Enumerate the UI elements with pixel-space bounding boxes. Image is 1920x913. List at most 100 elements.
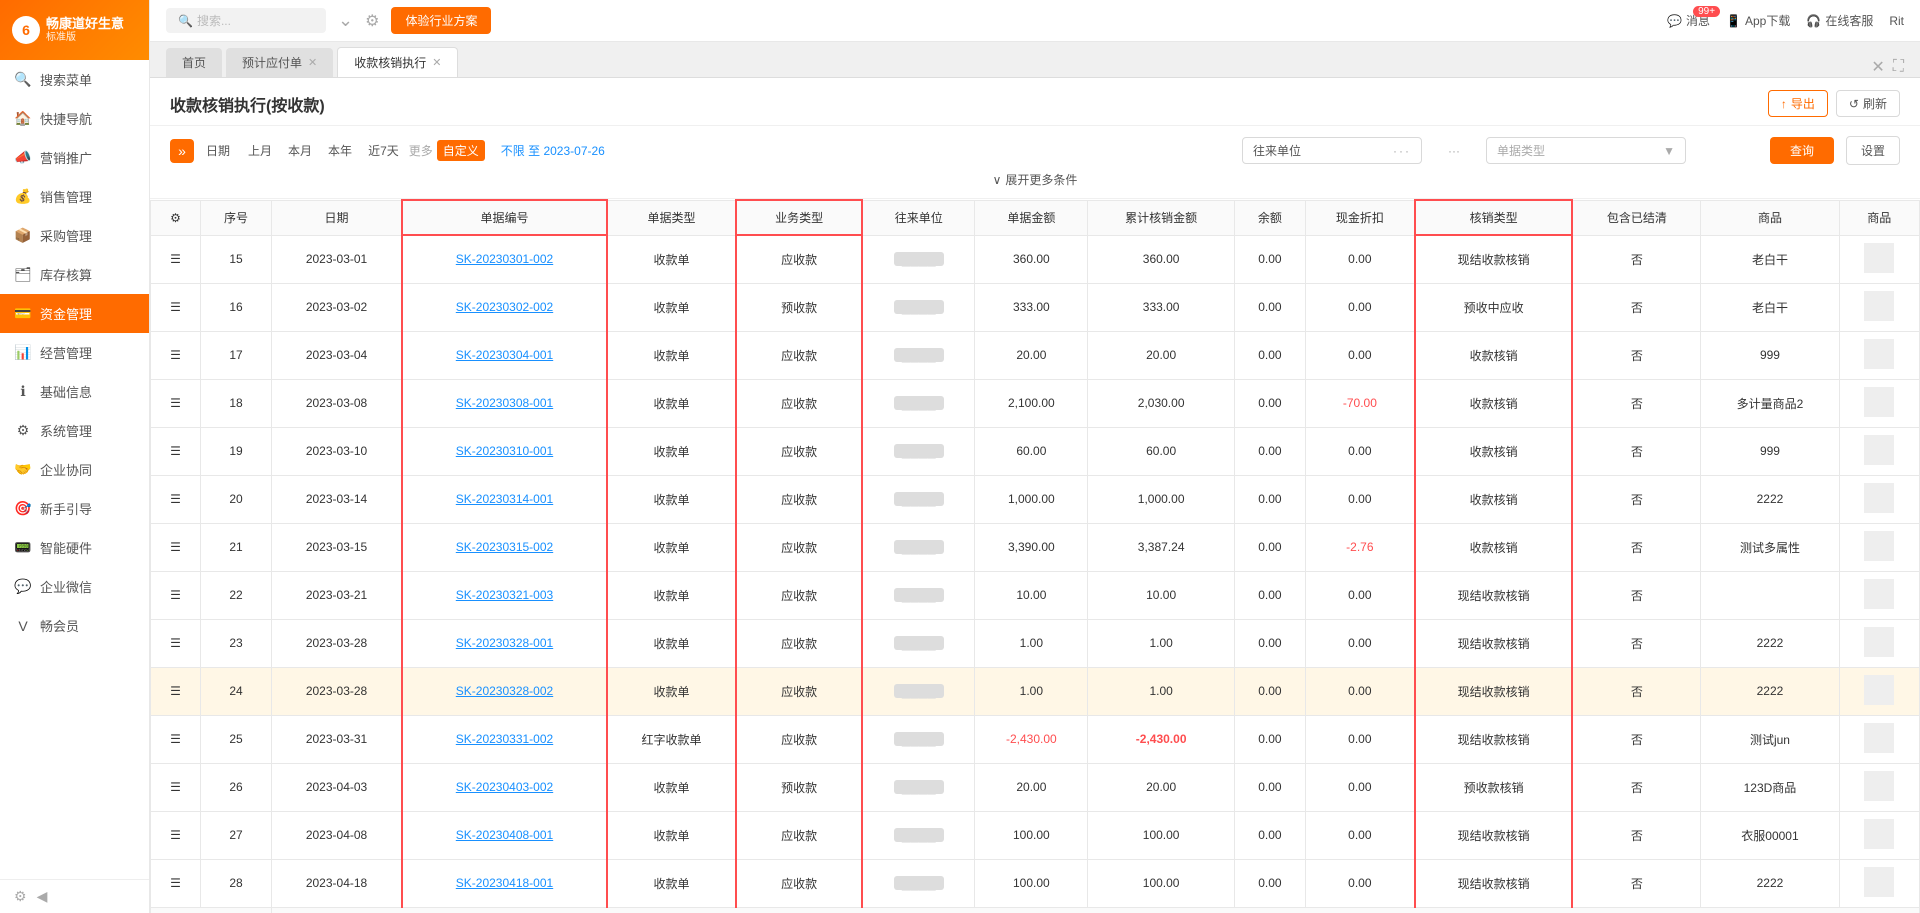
last-7days-btn[interactable]: 近7天	[362, 140, 405, 161]
row-voucher-no[interactable]: SK-20230408-001	[402, 811, 607, 859]
row-settings[interactable]: ☰	[151, 523, 201, 571]
voucher-link[interactable]: SK-20230328-001	[456, 636, 553, 650]
sidebar-item-inventory[interactable]: 🗂库存核算	[0, 255, 149, 294]
row-voucher-no[interactable]: SK-20230315-002	[402, 523, 607, 571]
sidebar-item-basic[interactable]: ℹ基础信息	[0, 372, 149, 411]
row-settings[interactable]: ☰	[151, 283, 201, 331]
voucher-link[interactable]: SK-20230314-001	[456, 492, 553, 506]
row-settings[interactable]: ☰	[151, 811, 201, 859]
row-voucher-no[interactable]: SK-20230304-001	[402, 331, 607, 379]
row-voucher-no[interactable]: SK-20230301-002	[402, 235, 607, 283]
gear-icon[interactable]: ⚙	[365, 11, 379, 31]
col-cumulative-header[interactable]: 累计核销金额	[1088, 200, 1235, 235]
col-amount-header[interactable]: 单据金额	[975, 200, 1088, 235]
more-date-btn[interactable]: 更多	[409, 142, 433, 159]
row-settings[interactable]: ☰	[151, 427, 201, 475]
voucher-link[interactable]: SK-20230408-001	[456, 828, 553, 842]
refresh-button[interactable]: ↺ 刷新	[1836, 90, 1900, 117]
collapse-icon[interactable]: ◀	[37, 888, 48, 905]
voucher-link[interactable]: SK-20230308-001	[456, 396, 553, 410]
tab-home[interactable]: 首页	[166, 48, 222, 77]
col-goods2-header[interactable]: 商品	[1839, 200, 1919, 235]
query-button[interactable]: 查询	[1770, 137, 1834, 164]
row-voucher-no[interactable]: SK-20230418-001	[402, 859, 607, 907]
sidebar-item-member[interactable]: V畅会员	[0, 606, 149, 645]
col-biz-type-header[interactable]: 业务类型	[736, 200, 862, 235]
filter-toggle[interactable]: »	[170, 139, 194, 163]
tab-payable[interactable]: 预计应付单 ✕	[226, 48, 333, 77]
row-settings[interactable]: ☰	[151, 859, 201, 907]
sidebar-item-business[interactable]: 📊经营管理	[0, 333, 149, 372]
voucher-link[interactable]: SK-20230418-001	[456, 876, 553, 890]
last-month-btn[interactable]: 上月	[242, 140, 278, 161]
sidebar-item-finance[interactable]: 💳资金管理	[0, 294, 149, 333]
row-voucher-no[interactable]: SK-20230328-002	[402, 667, 607, 715]
row-settings[interactable]: ☰	[151, 235, 201, 283]
tab-receipt-verify[interactable]: 收款核销执行 ✕	[337, 47, 458, 77]
row-voucher-no[interactable]: SK-20230302-002	[402, 283, 607, 331]
this-month-btn[interactable]: 本月	[282, 140, 318, 161]
col-date-header[interactable]: 日期	[271, 200, 402, 235]
partner-dots[interactable]: ···	[1393, 144, 1411, 158]
voucher-link[interactable]: SK-20230301-002	[456, 252, 553, 266]
sidebar-item-quicknav[interactable]: 🏠快捷导航	[0, 99, 149, 138]
expand-filter[interactable]: ∨ 展开更多条件	[170, 171, 1900, 188]
chevron-down-icon[interactable]: ⌄	[338, 10, 353, 31]
sidebar-item-purchase[interactable]: 📦采购管理	[0, 216, 149, 255]
setting-button[interactable]: 设置	[1846, 136, 1900, 165]
close-window-icon[interactable]: ✕	[1871, 57, 1884, 77]
col-partner-header[interactable]: 往来单位	[862, 200, 975, 235]
topbar-search[interactable]: 🔍 搜索...	[166, 8, 326, 33]
row-voucher-no[interactable]: SK-20230331-002	[402, 715, 607, 763]
col-settings-header[interactable]: ⚙	[151, 200, 201, 235]
row-settings[interactable]: ☰	[151, 571, 201, 619]
partner-input[interactable]: 往来单位 ···	[1242, 137, 1422, 164]
settings-bottom-icon[interactable]: ⚙	[14, 888, 27, 905]
sidebar-item-corp[interactable]: 🤝企业协同	[0, 450, 149, 489]
custom-date-btn[interactable]: 自定义	[437, 140, 485, 161]
sidebar-item-search[interactable]: 🔍搜索菜单	[0, 60, 149, 99]
row-voucher-no[interactable]: SK-20230328-001	[402, 619, 607, 667]
notification-item[interactable]: 💬 消息 99+	[1667, 12, 1710, 29]
maximize-icon[interactable]: ⛶	[1893, 58, 1904, 76]
voucher-link[interactable]: SK-20230331-002	[456, 732, 553, 746]
close-payable-icon[interactable]: ✕	[308, 56, 317, 69]
row-voucher-no[interactable]: SK-20230308-001	[402, 379, 607, 427]
sidebar-item-guide[interactable]: 🎯新手引导	[0, 489, 149, 528]
row-voucher-no[interactable]: SK-20230321-003	[402, 571, 607, 619]
row-settings[interactable]: ☰	[151, 379, 201, 427]
app-download-item[interactable]: 📱 App下载	[1726, 12, 1790, 29]
sidebar-item-system[interactable]: ⚙系统管理	[0, 411, 149, 450]
row-settings[interactable]: ☰	[151, 331, 201, 379]
close-receipt-icon[interactable]: ✕	[432, 56, 441, 69]
row-voucher-no[interactable]: SK-20230314-001	[402, 475, 607, 523]
solution-button[interactable]: 体验行业方案	[391, 7, 491, 34]
col-voucher-type-header[interactable]: 单据类型	[607, 200, 736, 235]
voucher-link[interactable]: SK-20230321-003	[456, 588, 553, 602]
row-settings[interactable]: ☰	[151, 715, 201, 763]
sidebar-item-wechat[interactable]: 💬企业微信	[0, 567, 149, 606]
col-goods-header[interactable]: 商品	[1701, 200, 1839, 235]
this-year-btn[interactable]: 本年	[322, 140, 358, 161]
voucher-link[interactable]: SK-20230328-002	[456, 684, 553, 698]
online-service-item[interactable]: 🎧 在线客服	[1806, 12, 1873, 29]
sidebar-item-marketing[interactable]: 📣营销推广	[0, 138, 149, 177]
col-voucher-no-header[interactable]: 单据编号	[402, 200, 607, 235]
voucher-link[interactable]: SK-20230403-002	[456, 780, 553, 794]
voucher-link[interactable]: SK-20230310-001	[456, 444, 553, 458]
row-voucher-no[interactable]: SK-20230310-001	[402, 427, 607, 475]
col-include-settled-header[interactable]: 包含已结清	[1572, 200, 1700, 235]
voucher-link[interactable]: SK-20230302-002	[456, 300, 553, 314]
row-voucher-no[interactable]: SK-20230403-002	[402, 763, 607, 811]
row-settings[interactable]: ☰	[151, 763, 201, 811]
col-balance-header[interactable]: 余额	[1234, 200, 1305, 235]
sidebar-item-hardware[interactable]: 📟智能硬件	[0, 528, 149, 567]
export-button[interactable]: ↑ 导出	[1768, 90, 1828, 117]
user-profile[interactable]: Rit	[1889, 14, 1904, 28]
sidebar-item-sales[interactable]: 💰销售管理	[0, 177, 149, 216]
col-cash-discount-header[interactable]: 现金折扣	[1305, 200, 1415, 235]
col-verify-type-header[interactable]: 核销类型	[1415, 200, 1573, 235]
voucher-link[interactable]: SK-20230315-002	[456, 540, 553, 554]
row-settings[interactable]: ☰	[151, 667, 201, 715]
row-settings[interactable]: ☰	[151, 619, 201, 667]
